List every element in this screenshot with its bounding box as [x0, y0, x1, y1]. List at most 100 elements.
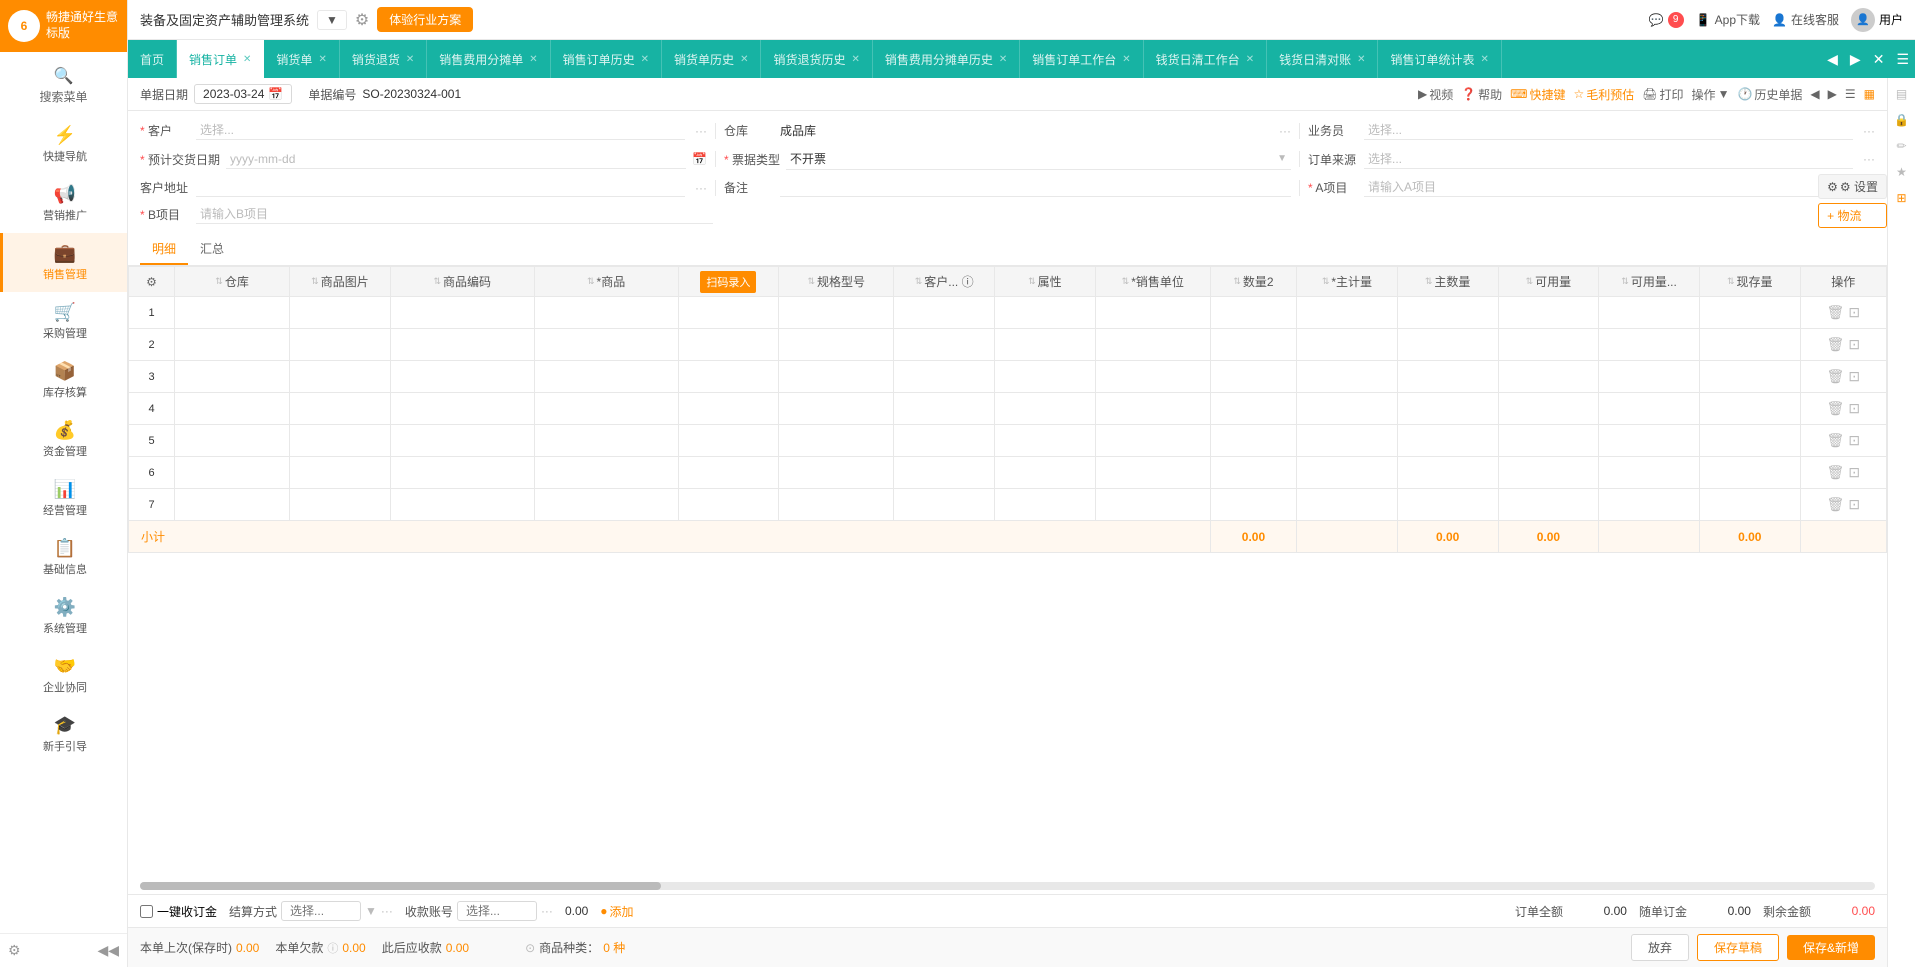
row-sales-unit[interactable] [1095, 457, 1210, 489]
tab-expense-history[interactable]: 销售费用分摊单历史 ✕ [873, 40, 1020, 78]
preview-button[interactable]: ▶ 视频 [1418, 86, 1453, 103]
operations-button[interactable]: 操作 ▼ [1692, 86, 1730, 103]
row-product-code[interactable] [390, 329, 534, 361]
row-copy-button[interactable]: ⊡ [1848, 336, 1860, 353]
row-copy-button[interactable]: ⊡ [1848, 432, 1860, 449]
tab-close-sales-invoice[interactable]: ✕ [318, 54, 326, 65]
invoice-type-select[interactable]: 不开票 ▼ [786, 148, 1291, 170]
tab-order-history[interactable]: 销售订单历史 ✕ [551, 40, 662, 78]
sidebar-item-system[interactable]: ⚙️ 系统管理 [0, 587, 127, 646]
row-product[interactable] [534, 297, 678, 329]
row-product-code[interactable] [390, 297, 534, 329]
row-sales-unit[interactable] [1095, 489, 1210, 521]
row-product-code[interactable] [390, 457, 534, 489]
order-source-input[interactable] [1364, 150, 1853, 169]
row-copy-button[interactable]: ⊡ [1848, 368, 1860, 385]
tabs-close-all-button[interactable]: ✕ [1867, 47, 1891, 72]
row-customer-code[interactable] [894, 425, 995, 457]
a-project-input[interactable] [1364, 178, 1875, 197]
row-warehouse[interactable] [175, 489, 290, 521]
row-main-quantity[interactable] [1397, 361, 1498, 393]
row-scan[interactable] [678, 361, 779, 393]
row-customer-code[interactable] [894, 457, 995, 489]
row-spec[interactable] [779, 425, 894, 457]
row-spec[interactable] [779, 489, 894, 521]
row-main-unit[interactable] [1297, 393, 1398, 425]
tab-close-order-workbench[interactable]: ✕ [1122, 54, 1130, 65]
row-sales-unit[interactable] [1095, 425, 1210, 457]
row-product[interactable] [534, 361, 678, 393]
shortcut-button[interactable]: ⌨ 快捷键 [1510, 86, 1565, 103]
row-scan[interactable] [678, 393, 779, 425]
view-grid-button[interactable]: ☰ [1845, 87, 1856, 101]
customer-address-input[interactable] [196, 178, 685, 197]
sidebar-item-newbie[interactable]: 🎓 新手引导 [0, 705, 127, 764]
save-new-button[interactable]: 保存&新增 [1787, 935, 1875, 960]
customer-more-icon[interactable]: ··· [695, 124, 707, 138]
tab-close-daily-reconcile[interactable]: ✕ [1357, 54, 1365, 65]
tabs-prev-button[interactable]: ◀ [1821, 47, 1844, 72]
row-attribute[interactable] [995, 297, 1096, 329]
save-draft-button[interactable]: 保存草稿 [1697, 934, 1779, 961]
sidebar-item-sales[interactable]: 💼 销售管理 [0, 233, 127, 292]
tab-close-sales-expense[interactable]: ✕ [529, 54, 537, 65]
row-product[interactable] [534, 489, 678, 521]
row-quantity2[interactable] [1210, 457, 1296, 489]
row-main-unit[interactable] [1297, 361, 1398, 393]
sidebar-item-inventory[interactable]: 📦 库存核算 [0, 351, 127, 410]
row-quantity2[interactable] [1210, 297, 1296, 329]
account-more-icon[interactable]: ··· [541, 904, 553, 918]
row-delete-button[interactable]: 🗑 [1827, 336, 1845, 353]
tab-sales-stats[interactable]: 销售订单统计表 ✕ [1378, 40, 1501, 78]
b-project-input[interactable] [196, 205, 713, 224]
row-delete-button[interactable]: 🗑 [1827, 304, 1845, 321]
row-product-code[interactable] [390, 425, 534, 457]
settings-config-button[interactable]: ⚙ ⚙ 设置 [1818, 174, 1887, 199]
tab-close-sales-order[interactable]: ✕ [243, 54, 251, 65]
row-main-quantity[interactable] [1397, 425, 1498, 457]
row-product[interactable] [534, 329, 678, 361]
nav-next-button[interactable]: ▶ [1828, 87, 1837, 101]
row-attribute[interactable] [995, 457, 1096, 489]
tab-close-order-history[interactable]: ✕ [641, 54, 649, 65]
order-source-more-icon[interactable]: ··· [1863, 152, 1875, 166]
row-copy-button[interactable]: ⊡ [1848, 464, 1860, 481]
notification-item[interactable]: 💬 9 [1649, 12, 1684, 28]
row-delete-button[interactable]: 🗑 [1827, 464, 1845, 481]
row-spec[interactable] [779, 361, 894, 393]
row-customer-code[interactable] [894, 297, 995, 329]
row-delete-button[interactable]: 🗑 [1827, 368, 1845, 385]
row-quantity2[interactable] [1210, 489, 1296, 521]
row-attribute[interactable] [995, 329, 1096, 361]
row-warehouse[interactable] [175, 393, 290, 425]
row-main-quantity[interactable] [1397, 393, 1498, 425]
row-product-code[interactable] [390, 489, 534, 521]
tab-close-sales-stats[interactable]: ✕ [1481, 54, 1489, 65]
right-sidebar-edit-button[interactable]: ✏ [1890, 134, 1914, 158]
tab-order-workbench[interactable]: 销售订单工作台 ✕ [1020, 40, 1143, 78]
row-sales-unit[interactable] [1095, 297, 1210, 329]
row-sales-unit[interactable] [1095, 393, 1210, 425]
th-scan[interactable]: 扫码录入 [678, 267, 779, 297]
row-main-unit[interactable] [1297, 457, 1398, 489]
sidebar-item-purchase[interactable]: 🛒 采购管理 [0, 292, 127, 351]
row-main-quantity[interactable] [1397, 329, 1498, 361]
user-menu[interactable]: 👤 用户 [1851, 8, 1903, 32]
row-copy-button[interactable]: ⊡ [1848, 304, 1860, 321]
tab-close-daily-workbench[interactable]: ✕ [1246, 54, 1254, 65]
row-scan[interactable] [678, 329, 779, 361]
right-sidebar-chart-button[interactable]: ▤ [1890, 82, 1914, 106]
row-quantity2[interactable] [1210, 361, 1296, 393]
row-product[interactable] [534, 457, 678, 489]
sidebar-item-enterprise[interactable]: 🤝 企业协同 [0, 646, 127, 705]
sidebar-item-ops[interactable]: 📊 经营管理 [0, 469, 127, 528]
right-sidebar-star-button[interactable]: ★ [1890, 160, 1914, 184]
table-scrollbar[interactable] [128, 878, 1887, 894]
help-button[interactable]: ❓ 帮助 [1461, 86, 1502, 103]
system-dropdown-button[interactable]: ▼ [317, 10, 347, 30]
nav-prev-button[interactable]: ◀ [1810, 87, 1819, 101]
row-product[interactable] [534, 393, 678, 425]
row-customer-code[interactable] [894, 361, 995, 393]
row-scan[interactable] [678, 457, 779, 489]
tab-sales-return[interactable]: 销货退货 ✕ [340, 40, 427, 78]
